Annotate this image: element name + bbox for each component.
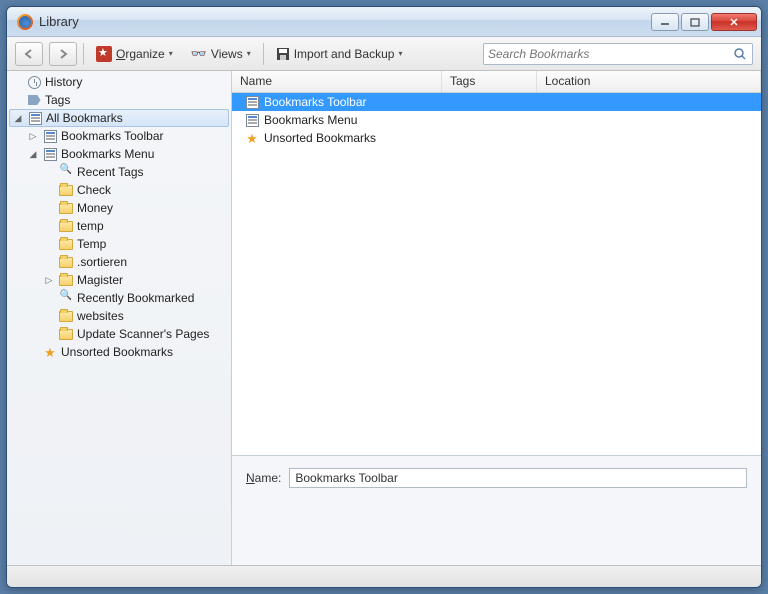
maximize-button[interactable] — [681, 13, 709, 31]
folder-icon — [58, 255, 74, 269]
sidebar-tags[interactable]: Tags — [7, 91, 231, 109]
statusbar — [7, 565, 761, 587]
list-row-label: Unsorted Bookmarks — [264, 131, 376, 145]
binoculars-icon: 👓 — [191, 46, 207, 62]
details-name-row: Name:Name: — [246, 468, 747, 488]
organize-icon — [96, 46, 112, 62]
sidebar: History Tags ◢ All Bookmarks ▷ Bookmarks… — [7, 71, 232, 565]
app-icon — [17, 14, 33, 30]
list-row[interactable]: Bookmarks Toolbar — [232, 93, 761, 111]
column-name[interactable]: Name — [232, 71, 442, 92]
bookmarks-icon — [27, 111, 43, 125]
menu-folder-icon — [42, 147, 58, 161]
folder-icon — [58, 327, 74, 341]
column-location[interactable]: Location — [537, 71, 761, 92]
sidebar-item-websites[interactable]: websites — [7, 307, 231, 325]
details-name-label: Name:Name: — [246, 471, 281, 485]
views-label: Views — [211, 47, 243, 61]
star-icon: ★ — [244, 131, 260, 145]
titlebar: Library — [7, 7, 761, 37]
chevron-down-icon: ▾ — [398, 49, 402, 58]
window-title: Library — [39, 14, 651, 29]
library-window: Library OOrganizerganize ▾ 👓 Views ▾ Imp… — [6, 6, 762, 588]
sidebar-history[interactable]: History — [7, 73, 231, 91]
sidebar-unsorted-bookmarks[interactable]: ★ Unsorted Bookmarks — [7, 343, 231, 361]
sidebar-item-recent-tags[interactable]: Recent Tags — [7, 163, 231, 181]
expander-expand-icon[interactable]: ▷ — [43, 275, 55, 286]
list-header: Name Tags Location — [232, 71, 761, 93]
close-button[interactable] — [711, 13, 757, 31]
sidebar-item-recently-bookmarked[interactable]: Recently Bookmarked — [7, 289, 231, 307]
expander-collapse-icon[interactable]: ◢ — [12, 113, 24, 124]
folder-icon — [58, 219, 74, 233]
sidebar-item-update-scanner[interactable]: Update Scanner's Pages — [7, 325, 231, 343]
sidebar-bookmarks-menu[interactable]: ◢ Bookmarks Menu — [7, 145, 231, 163]
folder-icon — [58, 309, 74, 323]
list-row[interactable]: Bookmarks Menu — [232, 111, 761, 129]
main-panel: Name Tags Location Bookmarks Toolbar Boo… — [232, 71, 761, 565]
list-body: Bookmarks Toolbar Bookmarks Menu ★ Unsor… — [232, 93, 761, 455]
minimize-button[interactable] — [651, 13, 679, 31]
search-tag-icon — [58, 165, 74, 179]
separator — [83, 43, 84, 65]
menu-folder-icon — [244, 113, 260, 127]
details-panel: Name:Name: — [232, 455, 761, 565]
sidebar-item-money[interactable]: Money — [7, 199, 231, 217]
list-row-label: Bookmarks Menu — [264, 113, 357, 127]
toolbar-folder-icon — [244, 95, 260, 109]
expander-collapse-icon[interactable]: ◢ — [27, 149, 39, 160]
search-input[interactable] — [488, 47, 732, 61]
forward-button[interactable] — [49, 42, 77, 66]
chevron-down-icon: ▾ — [169, 49, 173, 58]
save-icon — [276, 47, 290, 61]
folder-icon — [58, 201, 74, 215]
sidebar-item-magister[interactable]: ▷ Magister — [7, 271, 231, 289]
folder-icon — [58, 183, 74, 197]
toolbar-folder-icon — [42, 129, 58, 143]
folder-icon — [58, 273, 74, 287]
expander-expand-icon[interactable]: ▷ — [27, 131, 39, 142]
window-controls — [651, 13, 757, 31]
organize-button[interactable]: OOrganizerganize ▾ — [90, 42, 179, 66]
toolbar: OOrganizerganize ▾ 👓 Views ▾ Import and … — [7, 37, 761, 71]
sidebar-item-temp2[interactable]: Temp — [7, 235, 231, 253]
chevron-down-icon: ▾ — [247, 49, 251, 58]
search-icon — [733, 47, 747, 61]
column-tags[interactable]: Tags — [442, 71, 537, 92]
separator — [263, 43, 264, 65]
list-row-label: Bookmarks Toolbar — [264, 95, 367, 109]
details-name-input[interactable] — [289, 468, 747, 488]
sidebar-item-check[interactable]: Check — [7, 181, 231, 199]
clock-icon — [26, 75, 42, 89]
content-area: History Tags ◢ All Bookmarks ▷ Bookmarks… — [7, 71, 761, 565]
sidebar-bookmarks-toolbar[interactable]: ▷ Bookmarks Toolbar — [7, 127, 231, 145]
arrow-right-icon — [57, 48, 69, 60]
sidebar-item-temp[interactable]: temp — [7, 217, 231, 235]
search-box[interactable] — [483, 43, 753, 65]
list-row[interactable]: ★ Unsorted Bookmarks — [232, 129, 761, 147]
arrow-left-icon — [23, 48, 35, 60]
tag-icon — [26, 93, 42, 107]
back-button[interactable] — [15, 42, 43, 66]
sidebar-item-sortieren[interactable]: .sortieren — [7, 253, 231, 271]
import-label: Import and Backup — [294, 47, 395, 61]
import-backup-button[interactable]: Import and Backup ▾ — [270, 42, 409, 66]
folder-icon — [58, 237, 74, 251]
star-icon: ★ — [42, 345, 58, 359]
sidebar-all-bookmarks[interactable]: ◢ All Bookmarks — [9, 109, 229, 127]
search-tag-icon — [58, 291, 74, 305]
search-button[interactable] — [732, 46, 748, 62]
views-button[interactable]: 👓 Views ▾ — [185, 42, 257, 66]
